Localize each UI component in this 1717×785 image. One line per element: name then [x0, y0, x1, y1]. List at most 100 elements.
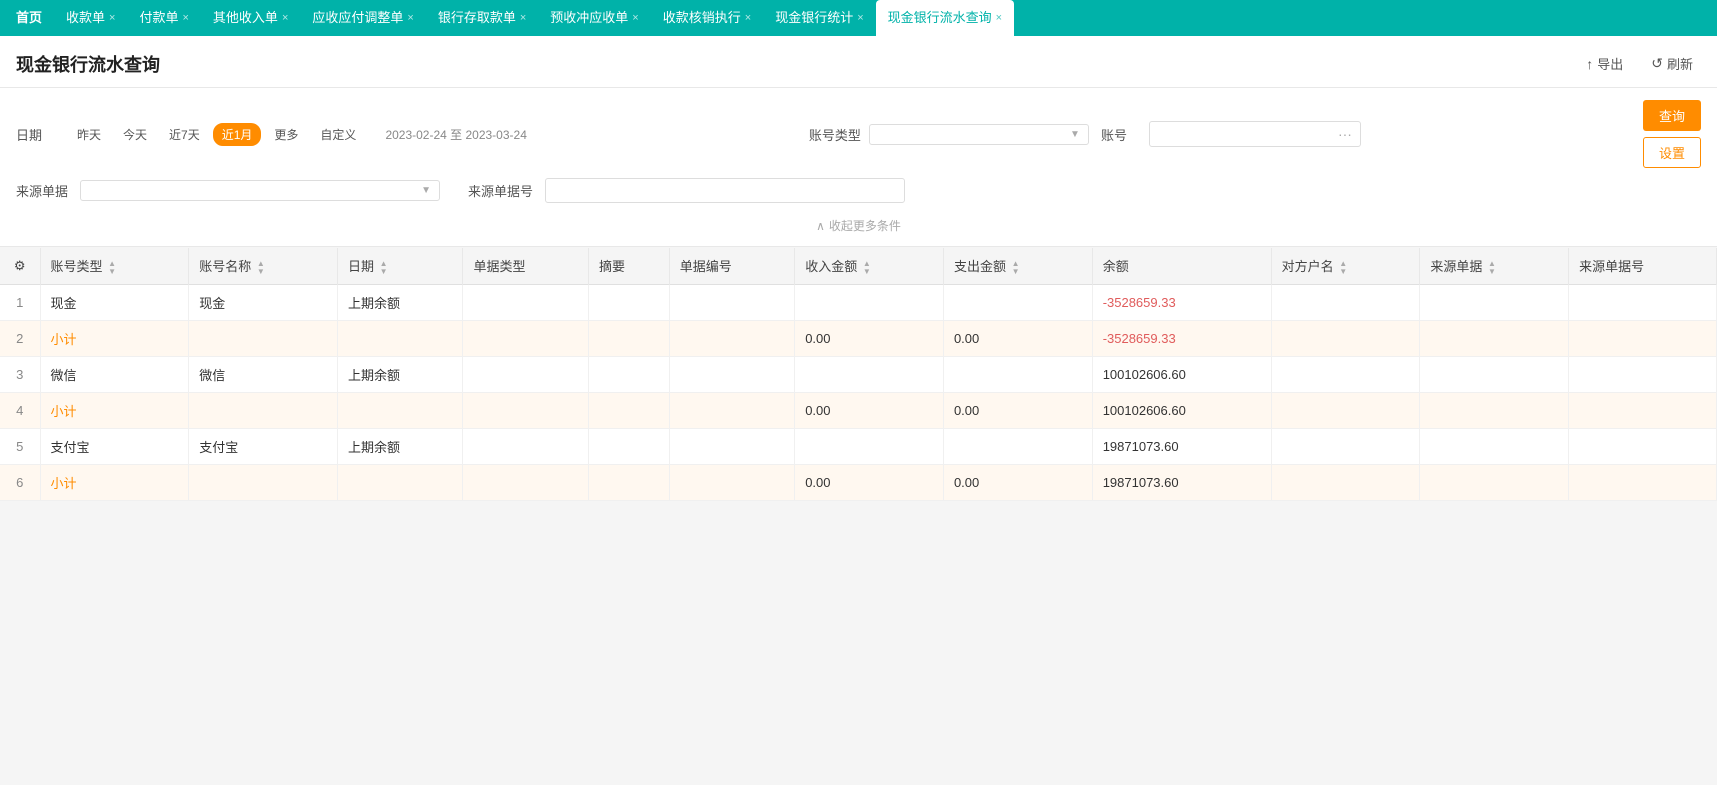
nav-tab-advance[interactable]: 预收冲应收单 × [538, 0, 650, 36]
cell-source-doc-no [1569, 392, 1717, 428]
cell-account-type: 小计 [40, 320, 189, 356]
cell-balance: -3528659.33 [1092, 320, 1271, 356]
query-button[interactable]: 查询 [1643, 100, 1701, 131]
cell-doc-type [463, 356, 588, 392]
col-income: 收入金额 ▲▼ [795, 248, 944, 284]
close-write-off-icon[interactable]: × [745, 0, 751, 36]
cell-account-name: 现金 [189, 284, 338, 320]
close-adjust-icon[interactable]: × [407, 0, 413, 36]
account-input[interactable] [1158, 127, 1334, 142]
date-btn-7days[interactable]: 近7天 [160, 123, 209, 146]
account-group: 账号 ··· [1101, 121, 1361, 147]
cell-source-doc-no [1569, 464, 1717, 500]
col-date: 日期 ▲▼ [338, 248, 463, 284]
cell-balance: 19871073.60 [1092, 428, 1271, 464]
nav-tab-write-off[interactable]: 收款核销执行 × [651, 0, 763, 36]
source-doc-no-input[interactable] [554, 183, 896, 198]
table-container: ⚙ 账号类型 ▲▼ 账号名称 ▲▼ 日期 ▲▼ 单据类型 摘要 单据编号 [0, 248, 1717, 501]
cell-summary [588, 464, 669, 500]
sort-account-name-icon[interactable]: ▲▼ [257, 260, 265, 276]
settings-button[interactable]: 设置 [1643, 137, 1701, 168]
table-row: 6小计0.000.0019871073.60 [0, 464, 1717, 500]
close-bank-stat-icon[interactable]: × [857, 0, 863, 36]
cell-income: 0.00 [795, 392, 944, 428]
cell-account-type: 现金 [40, 284, 189, 320]
collapse-bar[interactable]: ∧ 收起更多条件 [16, 213, 1701, 238]
nav-tab-bank-deposit[interactable]: 银行存取款单 × [426, 0, 538, 36]
page-header: 现金银行流水查询 ↑ 导出 ↺ 刷新 [0, 36, 1717, 88]
nav-tab-adjust[interactable]: 应收应付调整单 × [300, 0, 425, 36]
cell-date [338, 392, 463, 428]
nav-tab-cash-query[interactable]: 现金银行流水查询 × [876, 0, 1014, 36]
sort-date-icon[interactable]: ▲▼ [380, 260, 388, 276]
close-other-income-icon[interactable]: × [282, 0, 288, 36]
cell-counterparty [1271, 284, 1420, 320]
gear-icon[interactable]: ⚙ [14, 258, 26, 273]
col-doc-no: 单据编号 [669, 248, 794, 284]
cell-counterparty [1271, 320, 1420, 356]
account-ellipsis-icon[interactable]: ··· [1338, 126, 1352, 142]
close-receipt-icon[interactable]: × [109, 0, 115, 36]
cell-account-name: 支付宝 [189, 428, 338, 464]
cell-expense [943, 428, 1092, 464]
date-btn-more[interactable]: 更多 [265, 123, 307, 146]
close-advance-icon[interactable]: × [632, 0, 638, 36]
cell-expense: 0.00 [943, 320, 1092, 356]
nav-tab-bank-stat[interactable]: 现金银行统计 × [763, 0, 875, 36]
collapse-label: 收起更多条件 [829, 217, 901, 234]
account-type-select[interactable]: ▼ [869, 124, 1089, 145]
nav-tab-payment[interactable]: 付款单 × [127, 0, 200, 36]
cell-date: 上期余额 [338, 284, 463, 320]
nav-tab-other-income[interactable]: 其他收入单 × [201, 0, 300, 36]
date-btn-yesterday[interactable]: 昨天 [68, 123, 110, 146]
cell-doc-no [669, 284, 794, 320]
cell-account-type: 小计 [40, 392, 189, 428]
source-doc-select[interactable]: ▼ [80, 180, 440, 201]
sort-source-doc-icon[interactable]: ▲▼ [1488, 260, 1496, 276]
cell-counterparty [1271, 464, 1420, 500]
sort-expense-icon[interactable]: ▲▼ [1012, 260, 1020, 276]
sort-income-icon[interactable]: ▲▼ [863, 260, 871, 276]
nav-tab-receipt[interactable]: 收款单 × [54, 0, 127, 36]
close-payment-icon[interactable]: × [182, 0, 188, 36]
sort-counterparty-icon[interactable]: ▲▼ [1339, 260, 1347, 276]
cell-income [795, 356, 944, 392]
table-row: 4小计0.000.00100102606.60 [0, 392, 1717, 428]
source-doc-arrow-icon: ▼ [421, 185, 431, 196]
cell-doc-type [463, 320, 588, 356]
cell-balance: 100102606.60 [1092, 392, 1271, 428]
cell-date: 上期余额 [338, 428, 463, 464]
export-button[interactable]: ↑ 导出 [1578, 50, 1631, 77]
cell-account-name [189, 392, 338, 428]
refresh-icon: ↺ [1651, 55, 1663, 72]
date-range: 2023-02-24 至 2023-03-24 [385, 126, 526, 143]
filter-row-2: 来源单据 ▼ 来源单据号 [16, 178, 1701, 203]
cell-doc-no [669, 464, 794, 500]
refresh-button[interactable]: ↺ 刷新 [1643, 50, 1701, 77]
cell-balance: 100102606.60 [1092, 356, 1271, 392]
cell-account-type: 支付宝 [40, 428, 189, 464]
cell-source-doc [1420, 284, 1569, 320]
cell-summary [588, 284, 669, 320]
cell-summary [588, 428, 669, 464]
col-counterparty: 对方户名 ▲▼ [1271, 248, 1420, 284]
cell-doc-no [669, 428, 794, 464]
export-icon: ↑ [1586, 56, 1593, 72]
cell-balance: -3528659.33 [1092, 284, 1271, 320]
account-type-group: 账号类型 ▼ [809, 124, 1089, 145]
nav-home[interactable]: 首页 [4, 0, 54, 36]
date-btn-1month[interactable]: 近1月 [213, 123, 262, 146]
data-table: ⚙ 账号类型 ▲▼ 账号名称 ▲▼ 日期 ▲▼ 单据类型 摘要 单据编号 [0, 248, 1717, 501]
date-btn-today[interactable]: 今天 [114, 123, 156, 146]
col-expense: 支出金额 ▲▼ [943, 248, 1092, 284]
col-gear[interactable]: ⚙ [0, 248, 40, 284]
cell-source-doc [1420, 356, 1569, 392]
col-doc-type: 单据类型 [463, 248, 588, 284]
close-bank-deposit-icon[interactable]: × [520, 0, 526, 36]
cell-date [338, 464, 463, 500]
close-cash-query-icon[interactable]: × [996, 0, 1002, 36]
date-btn-custom[interactable]: 自定义 [311, 123, 365, 146]
cell-expense: 0.00 [943, 464, 1092, 500]
cell-doc-no [669, 392, 794, 428]
sort-account-type-icon[interactable]: ▲▼ [108, 260, 116, 276]
